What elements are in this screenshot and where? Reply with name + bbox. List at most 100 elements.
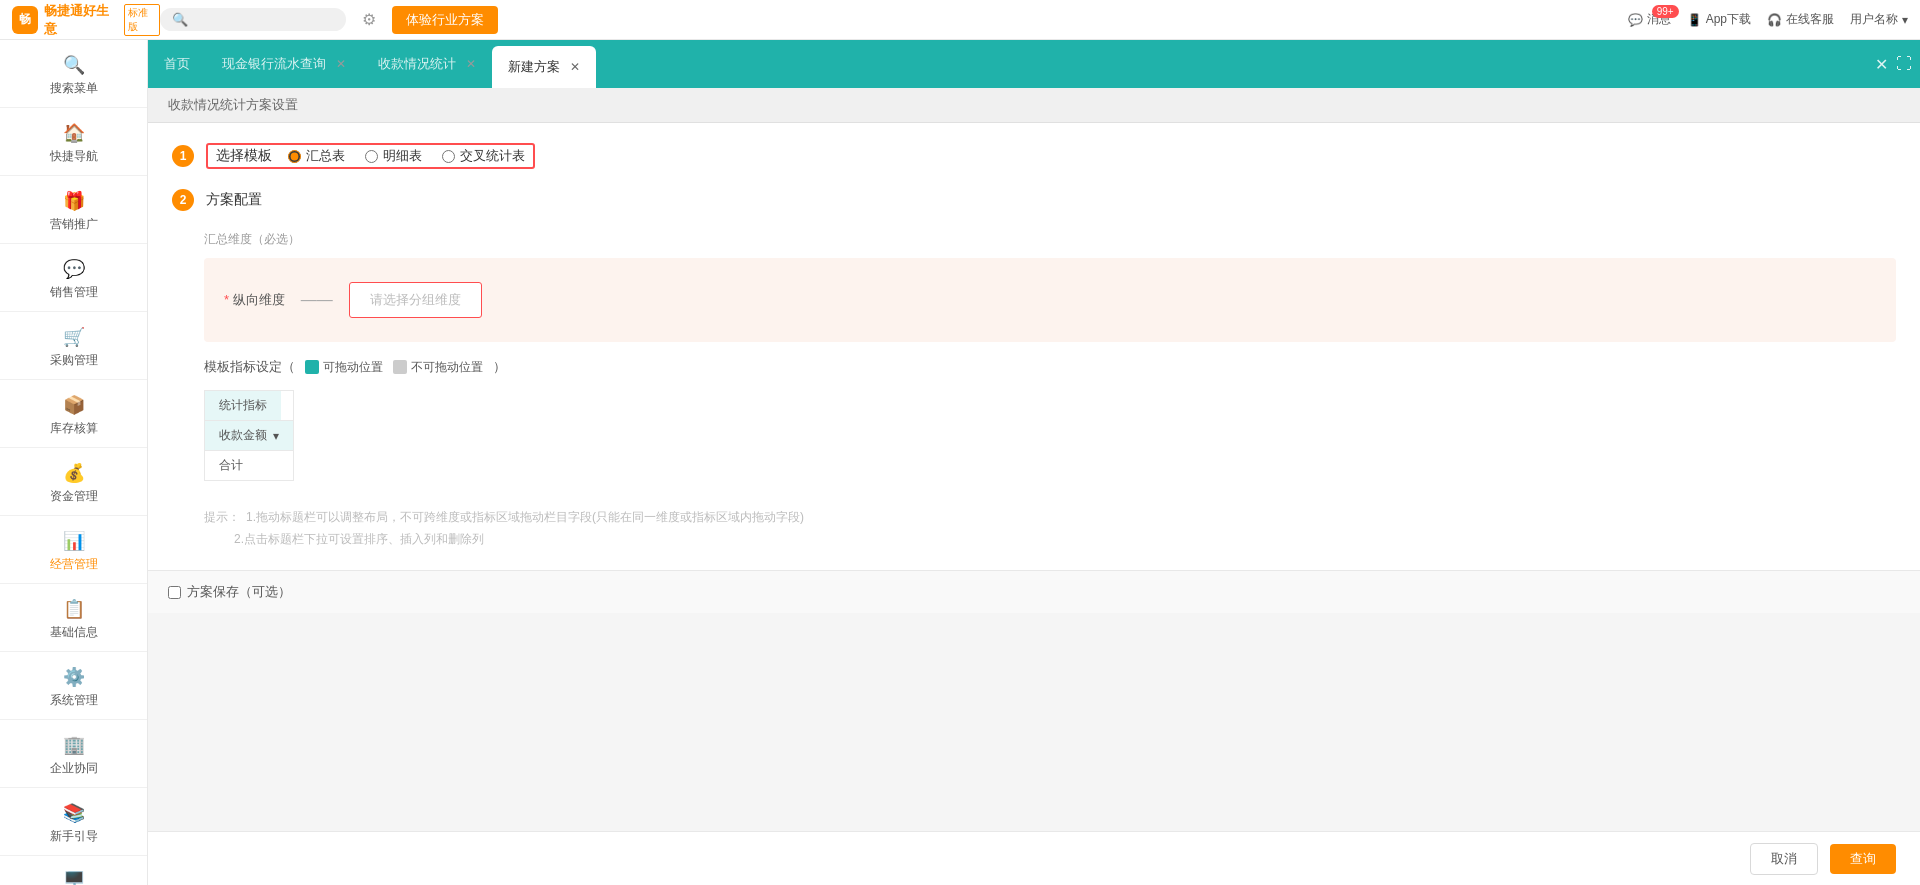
tab-close-all-icon[interactable]: ✕ [1875,55,1888,74]
dim-section-label: 汇总维度（必选） [204,231,1896,248]
dim-select-box[interactable]: 请选择分组维度 [349,282,482,318]
sidebar-item-finance[interactable]: 💰 资金管理 [0,448,147,516]
stats-total-row: 合计 [205,450,293,480]
tab-bar: 首页 现金银行流水查询 ✕ 收款情况统计 ✕ 新建方案 ✕ ✕ ⛶ [148,40,1920,88]
card: 1 选择模板 汇总表 明细表 [148,123,1920,570]
service-item[interactable]: 🎧 在线客服 [1767,11,1834,28]
page-content: 收款情况统计方案设置 1 选择模板 汇总表 [148,88,1920,831]
step1-num: 1 [172,145,194,167]
step2-row: 2 方案配置 [172,189,1896,211]
finance-icon: 💰 [63,462,85,484]
search-input-wrap[interactable]: 🔍 [160,8,346,31]
basic-info-icon: 📋 [63,598,85,620]
sidebar-item-label: 快捷导航 [50,148,98,165]
sidebar-item-guide[interactable]: 📚 新手引导 [0,788,147,856]
tab-new-plan-label: 新建方案 [508,58,560,76]
quick-nav-icon: 🏠 [63,122,85,144]
stats-category-header: 统计指标 [205,391,281,420]
sidebar-item-system[interactable]: ⚙️ 系统管理 [0,652,147,720]
tab-expand-icon[interactable]: ⛶ [1896,55,1912,73]
sidebar: 🔍 搜索菜单 🏠 快捷导航 🎁 营销推广 💬 销售管理 🛒 采购管理 📦 库存核… [0,40,148,885]
cancel-button[interactable]: 取消 [1750,843,1818,875]
sidebar-item-label: 资金管理 [50,488,98,505]
download-item[interactable]: 📱 App下载 [1687,11,1751,28]
hint1-row: 提示： 1.拖动标题栏可以调整布局，不可跨维度或指标区域拖动栏目字段(只能在同一… [204,507,1896,529]
search-input[interactable] [194,13,334,27]
tab-new-plan-close[interactable]: ✕ [570,60,580,74]
hint-title: 提示： [204,507,240,529]
dim-select-placeholder: 请选择分组维度 [370,292,461,307]
sidebar-item-enterprise[interactable]: 🏢 企业协同 [0,720,147,788]
tab-new-plan[interactable]: 新建方案 ✕ [492,46,596,88]
inventory-icon: 📦 [63,394,85,416]
dim-box-label: * 纵向维度 [224,291,285,309]
search-bar: 🔍 ⚙ 体验行业方案 [160,6,1628,34]
user-item[interactable]: 用户名称 ▾ [1850,11,1908,28]
sidebar-item-inventory[interactable]: 📦 库存核算 [0,380,147,448]
section-title: 收款情况统计方案设置 [168,97,298,112]
hardware-icon: 🖥️ [63,870,85,885]
tab-bank-flow[interactable]: 现金银行流水查询 ✕ [206,40,362,88]
save-plan-checkbox-label[interactable]: 方案保存（可选） [168,583,291,601]
sidebar-item-label: 营销推广 [50,216,98,233]
enterprise-icon: 🏢 [63,734,85,756]
tab-collection-stats-label: 收款情况统计 [378,55,456,73]
sidebar-item-hardware[interactable]: 🖥️ 智能硬件 [0,856,147,885]
logo-area: 畅 畅捷通好生意 标准版 [12,2,160,38]
fixed-label: 不可拖动位置 [411,359,483,376]
radio-summary[interactable]: 汇总表 [288,147,345,165]
notification-item[interactable]: 💬 消息 99+ [1628,11,1671,28]
radio-detail-input[interactable] [365,150,378,163]
save-plan-checkbox[interactable] [168,586,181,599]
stats-table: 统计指标 收款金额 ▾ 合计 [204,390,294,481]
stats-body-row: 收款金额 ▾ [205,420,293,450]
movable-indicator [305,360,319,374]
metrics-config-label: 模板指标设定（ 可拖动位置 不可拖动位置 ） [204,358,1896,376]
radio-crosstab-input[interactable] [442,150,455,163]
sidebar-item-label: 基础信息 [50,624,98,641]
section-header: 收款情况统计方案设置 [148,88,1920,123]
guide-icon: 📚 [63,802,85,824]
radio-summary-label: 汇总表 [306,147,345,165]
dim-arrow: —— [301,291,333,309]
user-name: 用户名称 [1850,11,1898,28]
sidebar-item-label: 企业协同 [50,760,98,777]
stats-col1-cell[interactable]: 收款金额 ▾ [205,421,293,450]
stats-table-header: 统计指标 [205,391,293,420]
bottom-bar: 取消 查询 [148,831,1920,885]
sidebar-item-purchase[interactable]: 🛒 采购管理 [0,312,147,380]
tab-bank-flow-close[interactable]: ✕ [336,57,346,71]
step1-row: 1 选择模板 汇总表 明细表 [172,143,1896,169]
operations-icon: 📊 [63,530,85,552]
step1-label: 选择模板 汇总表 明细表 [206,143,535,169]
stats-col1-label: 收款金额 [219,427,267,444]
sidebar-item-search-menu[interactable]: 🔍 搜索菜单 [0,40,147,108]
stats-col1-dropdown-icon[interactable]: ▾ [273,429,279,443]
industry-button[interactable]: 体验行业方案 [392,6,498,34]
top-bar: 畅 畅捷通好生意 标准版 🔍 ⚙ 体验行业方案 💬 消息 99+ 📱 App下载… [0,0,1920,40]
search-icon: 🔍 [172,12,188,27]
radio-detail[interactable]: 明细表 [365,147,422,165]
service-label: 在线客服 [1786,11,1834,28]
tab-collection-stats[interactable]: 收款情况统计 ✕ [362,40,492,88]
radio-summary-input[interactable] [288,150,301,163]
radio-crosstab[interactable]: 交叉统计表 [442,147,525,165]
purchase-icon: 🛒 [63,326,85,348]
movable-label: 可拖动位置 [323,359,383,376]
fixed-badge: 不可拖动位置 [393,359,483,376]
sidebar-item-quick-nav[interactable]: 🏠 快捷导航 [0,108,147,176]
settings-icon[interactable]: ⚙ [362,10,376,29]
hint2-text: 2.点击标题栏下拉可设置排序、插入列和删除列 [234,529,484,551]
tab-collection-stats-close[interactable]: ✕ [466,57,476,71]
step2-label: 方案配置 [206,191,262,209]
radio-group: 汇总表 明细表 交叉统计表 [288,147,525,165]
sales-icon: 💬 [63,258,85,280]
sidebar-item-sales[interactable]: 💬 销售管理 [0,244,147,312]
main-layout: 🔍 搜索菜单 🏠 快捷导航 🎁 营销推广 💬 销售管理 🛒 采购管理 📦 库存核… [0,40,1920,885]
tab-home[interactable]: 首页 [148,40,206,88]
radio-crosstab-label: 交叉统计表 [460,147,525,165]
sidebar-item-marketing[interactable]: 🎁 营销推广 [0,176,147,244]
sidebar-item-operations[interactable]: 📊 经营管理 [0,516,147,584]
query-button[interactable]: 查询 [1830,844,1896,874]
sidebar-item-basic-info[interactable]: 📋 基础信息 [0,584,147,652]
